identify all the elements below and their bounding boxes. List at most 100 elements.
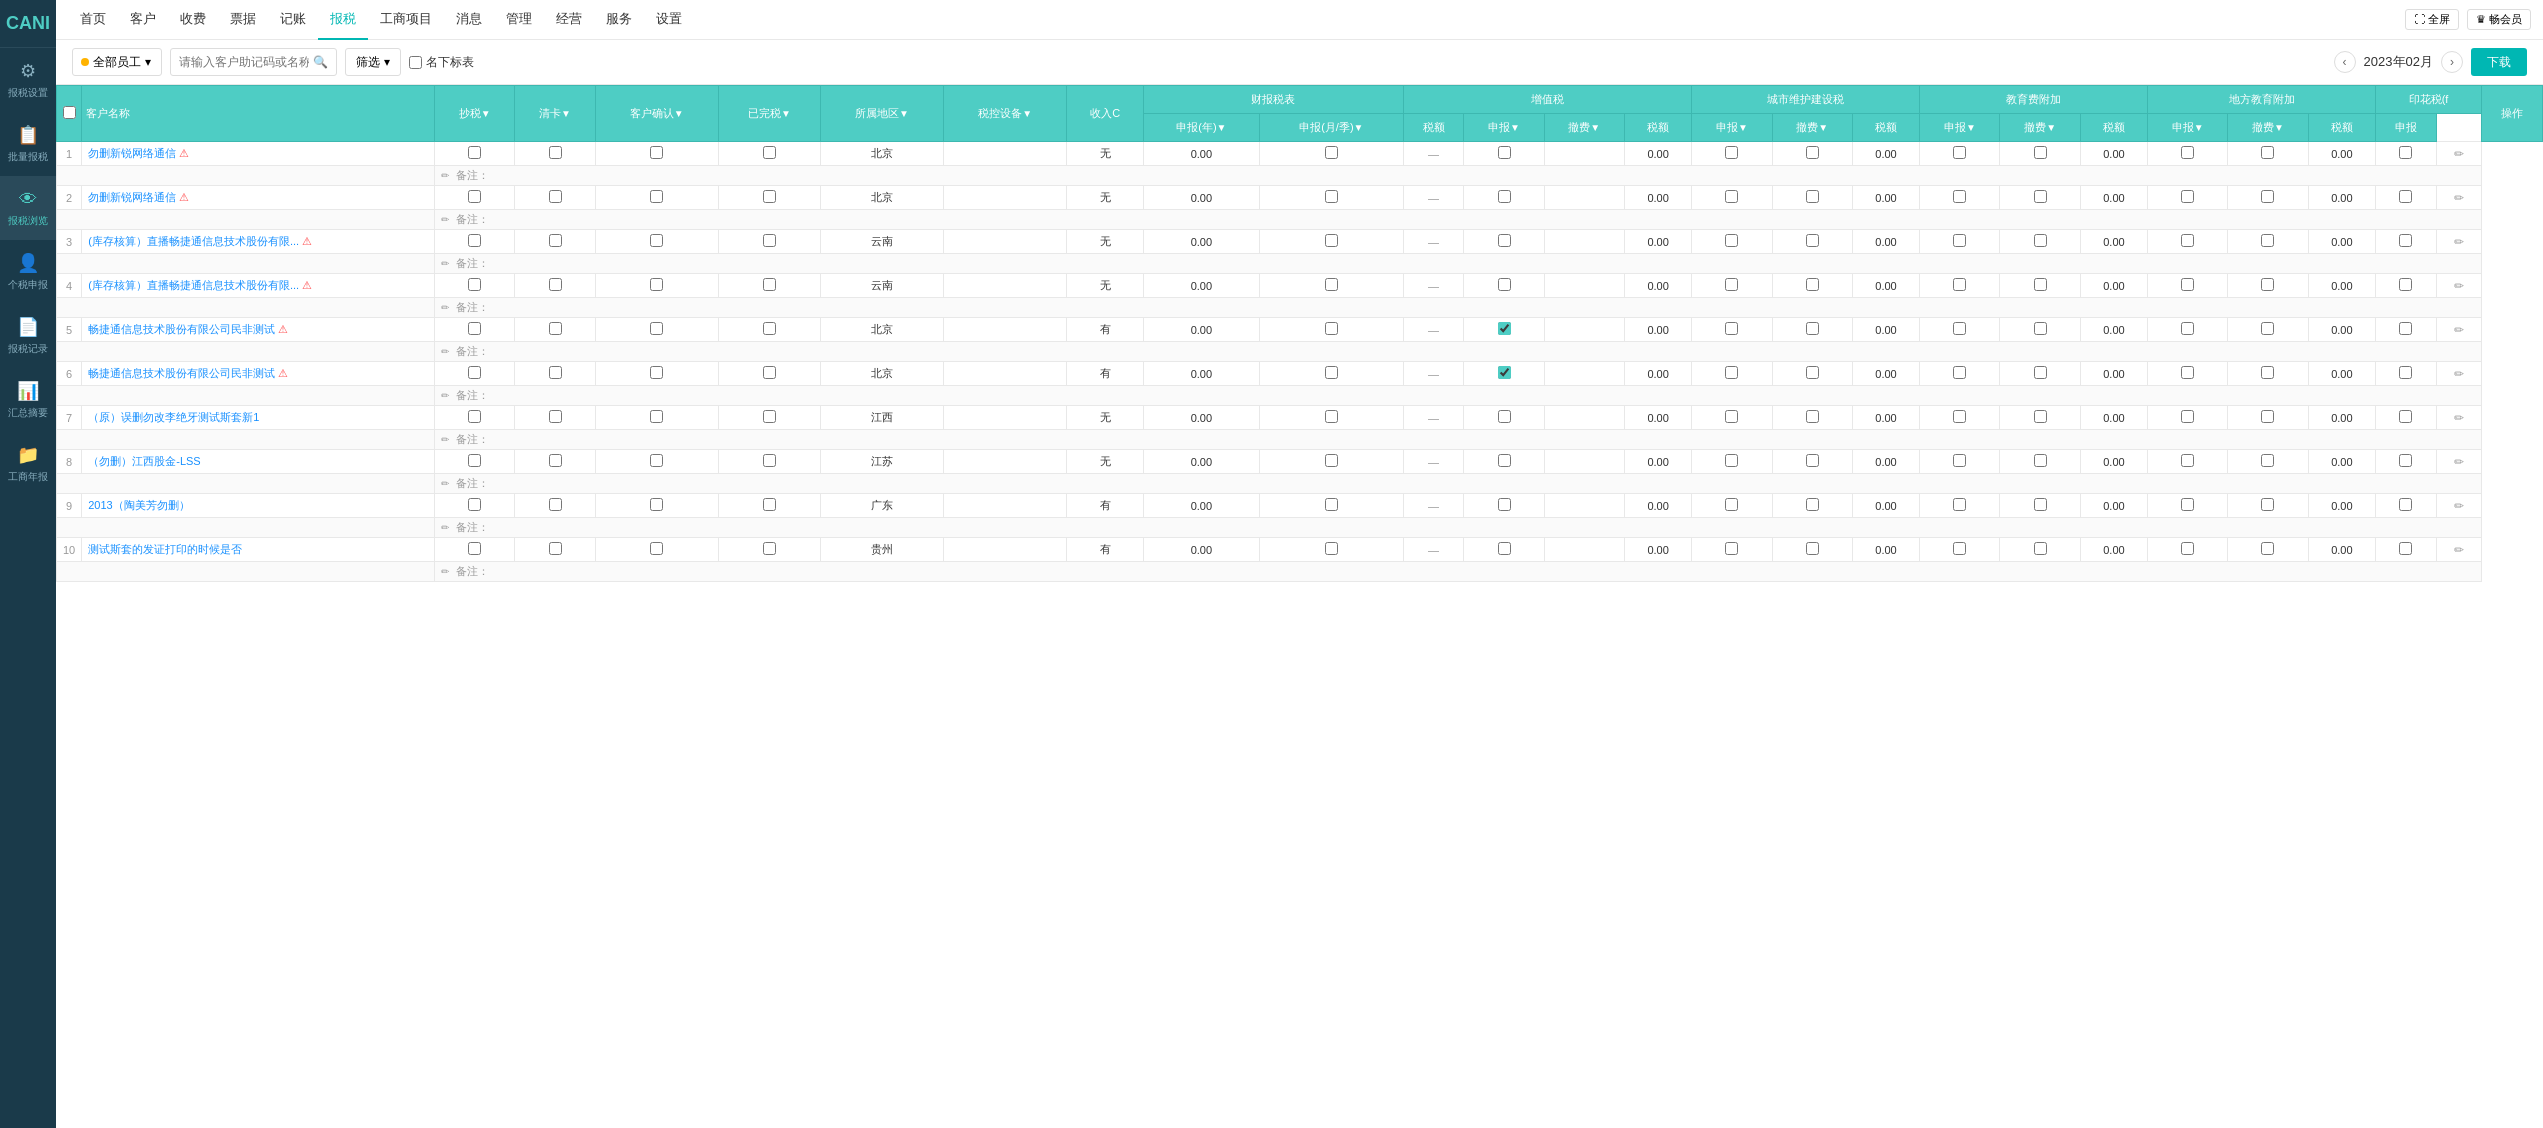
queren-checkbox[interactable] — [650, 366, 663, 379]
qingka-checkbox[interactable] — [549, 190, 562, 203]
df-chefei-checkbox[interactable] — [2261, 454, 2274, 467]
cs-checkbox[interactable] — [1725, 190, 1738, 203]
wanshuei-checkbox[interactable] — [763, 410, 776, 423]
customer-name[interactable]: （勿删）江西股金-LSS — [82, 450, 435, 474]
chaoshui-checkbox[interactable] — [468, 278, 481, 291]
customer-name[interactable]: 勿删新锐网络通信 ⚠ — [82, 142, 435, 166]
cs-chefei-checkbox[interactable] — [1806, 278, 1819, 291]
chaoshui-checkbox[interactable] — [468, 410, 481, 423]
jy-checkbox[interactable] — [1953, 498, 1966, 511]
employee-filter-select[interactable]: 全部员工 ▾ — [72, 48, 162, 76]
jy-chefei-checkbox[interactable] — [2034, 410, 2047, 423]
queren-checkbox[interactable] — [650, 278, 663, 291]
yh-checkbox[interactable] — [2399, 542, 2412, 555]
yh-checkbox[interactable] — [2399, 278, 2412, 291]
qingka-checkbox[interactable] — [549, 234, 562, 247]
filter-button[interactable]: 筛选 ▾ — [345, 48, 401, 76]
jy-checkbox[interactable] — [1953, 190, 1966, 203]
qingka-checkbox[interactable] — [549, 498, 562, 511]
chaoshui-checkbox[interactable] — [468, 146, 481, 159]
chaoshui-checkbox[interactable] — [468, 234, 481, 247]
customer-name[interactable]: 2013（陶美芳勿删） — [82, 494, 435, 518]
edit-icon[interactable]: ✏ — [2454, 323, 2464, 337]
chaoshui-checkbox[interactable] — [468, 454, 481, 467]
qingka-checkbox[interactable] — [549, 366, 562, 379]
search-icon[interactable]: 🔍 — [313, 55, 328, 69]
qingka-checkbox[interactable] — [549, 278, 562, 291]
jy-chefei-checkbox[interactable] — [2034, 454, 2047, 467]
wanshuei-checkbox[interactable] — [763, 366, 776, 379]
chaoshui-checkbox[interactable] — [468, 366, 481, 379]
cs-chefei-checkbox[interactable] — [1806, 190, 1819, 203]
caiwu-month-checkbox[interactable] — [1325, 542, 1338, 555]
customer-name[interactable]: （原）误删勿改李绝牙测试斯套新1 — [82, 406, 435, 430]
df-chefei-checkbox[interactable] — [2261, 410, 2274, 423]
cs-chefei-checkbox[interactable] — [1806, 498, 1819, 511]
jy-checkbox[interactable] — [1953, 542, 1966, 555]
wanshuei-checkbox[interactable] — [763, 190, 776, 203]
name-checkbox[interactable] — [409, 56, 422, 69]
cs-checkbox[interactable] — [1725, 542, 1738, 555]
zz-check[interactable] — [1498, 366, 1511, 379]
yh-checkbox[interactable] — [2399, 366, 2412, 379]
nav-jingying[interactable]: 经营 — [544, 0, 594, 40]
nav-piaoju[interactable]: 票据 — [218, 0, 268, 40]
qingka-checkbox[interactable] — [549, 146, 562, 159]
chaoshui-checkbox[interactable] — [468, 542, 481, 555]
sidebar-item-baoshui-lanya[interactable]: 👁 报税浏览 — [0, 176, 56, 240]
cs-chefei-checkbox[interactable] — [1806, 322, 1819, 335]
sidebar-item-baoshui-shezhi[interactable]: ⚙ 报税设置 — [0, 48, 56, 112]
qingka-checkbox[interactable] — [549, 322, 562, 335]
edit-icon[interactable]: ✏ — [2454, 543, 2464, 557]
yh-checkbox[interactable] — [2399, 454, 2412, 467]
yh-checkbox[interactable] — [2399, 146, 2412, 159]
df-checkbox[interactable] — [2181, 542, 2194, 555]
wanshuei-checkbox[interactable] — [763, 234, 776, 247]
queren-checkbox[interactable] — [650, 454, 663, 467]
zz-check[interactable] — [1498, 234, 1511, 247]
cs-checkbox[interactable] — [1725, 322, 1738, 335]
next-month-button[interactable]: › — [2441, 51, 2463, 73]
df-checkbox[interactable] — [2181, 498, 2194, 511]
jy-checkbox[interactable] — [1953, 410, 1966, 423]
edit-icon[interactable]: ✏ — [2454, 455, 2464, 469]
jy-chefei-checkbox[interactable] — [2034, 366, 2047, 379]
queren-checkbox[interactable] — [650, 498, 663, 511]
jy-checkbox[interactable] — [1953, 454, 1966, 467]
cs-chefei-checkbox[interactable] — [1806, 234, 1819, 247]
jy-chefei-checkbox[interactable] — [2034, 146, 2047, 159]
customer-name[interactable]: (库存核算）直播畅捷通信息技术股份有限... ⚠ — [82, 274, 435, 298]
caiwu-month-checkbox[interactable] — [1325, 234, 1338, 247]
df-chefei-checkbox[interactable] — [2261, 498, 2274, 511]
zz-check[interactable] — [1498, 322, 1511, 335]
nav-guanli[interactable]: 管理 — [494, 0, 544, 40]
edit-icon[interactable]: ✏ — [2454, 235, 2464, 249]
search-input[interactable] — [179, 55, 309, 69]
customer-name[interactable]: (库存核算）直播畅捷通信息技术股份有限... ⚠ — [82, 230, 435, 254]
cs-chefei-checkbox[interactable] — [1806, 454, 1819, 467]
nav-jizhang[interactable]: 记账 — [268, 0, 318, 40]
df-chefei-checkbox[interactable] — [2261, 190, 2274, 203]
caiwu-month-checkbox[interactable] — [1325, 366, 1338, 379]
jy-checkbox[interactable] — [1953, 146, 1966, 159]
queren-checkbox[interactable] — [650, 146, 663, 159]
nav-xiaosi[interactable]: 消息 — [444, 0, 494, 40]
qingka-checkbox[interactable] — [549, 542, 562, 555]
cs-checkbox[interactable] — [1725, 498, 1738, 511]
df-checkbox[interactable] — [2181, 454, 2194, 467]
jy-chefei-checkbox[interactable] — [2034, 234, 2047, 247]
yh-checkbox[interactable] — [2399, 190, 2412, 203]
chaoshui-checkbox[interactable] — [468, 498, 481, 511]
sidebar-item-baoshui-jilu[interactable]: 📄 报税记录 — [0, 304, 56, 368]
wanshuei-checkbox[interactable] — [763, 454, 776, 467]
cs-checkbox[interactable] — [1725, 454, 1738, 467]
yh-checkbox[interactable] — [2399, 234, 2412, 247]
df-checkbox[interactable] — [2181, 278, 2194, 291]
zz-check[interactable] — [1498, 454, 1511, 467]
download-button[interactable]: 下载 — [2471, 48, 2527, 76]
jy-chefei-checkbox[interactable] — [2034, 498, 2047, 511]
cs-checkbox[interactable] — [1725, 146, 1738, 159]
caiwu-month-checkbox[interactable] — [1325, 146, 1338, 159]
edit-icon[interactable]: ✏ — [2454, 147, 2464, 161]
caiwu-month-checkbox[interactable] — [1325, 410, 1338, 423]
